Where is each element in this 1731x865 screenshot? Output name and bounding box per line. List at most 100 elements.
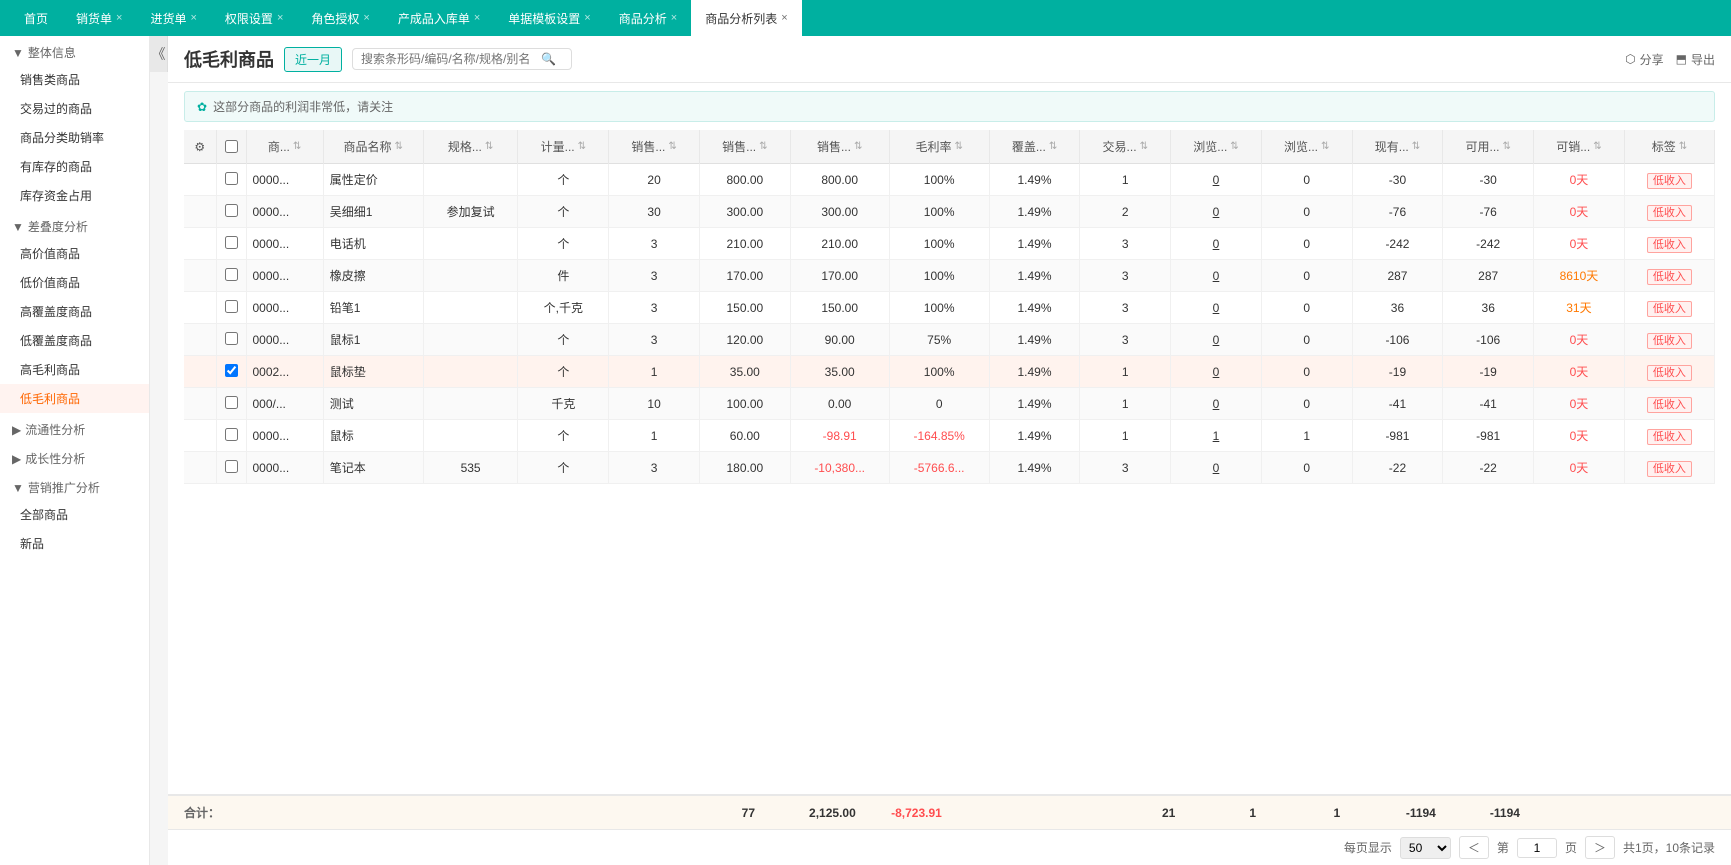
th-transactions[interactable]: 交易...⇅	[1080, 130, 1171, 164]
th-code[interactable]: 商...⇅	[246, 130, 323, 164]
row-checkbox-3[interactable]	[225, 268, 238, 281]
views1-link-1[interactable]: 0	[1213, 205, 1220, 219]
th-unit[interactable]: 计量...⇅	[518, 130, 609, 164]
sidebar-group-growth[interactable]: ▶ 成长性分析	[0, 442, 149, 471]
cell-views1-3[interactable]: 0	[1171, 260, 1262, 292]
sidebar-group-margin[interactable]: ▼ 差叠度分析	[0, 210, 149, 239]
nav-close-purchase[interactable]: ×	[190, 12, 196, 24]
th-sale-profit[interactable]: 销售...⇅	[790, 130, 889, 164]
nav-close-template[interactable]: ×	[584, 12, 590, 24]
nav-close-role[interactable]: ×	[363, 12, 369, 24]
th-available-stock[interactable]: 可用...⇅	[1443, 130, 1534, 164]
views1-link-0[interactable]: 0	[1213, 173, 1220, 187]
cell-name-3[interactable]: 橡皮擦	[323, 260, 423, 292]
cell-name-6[interactable]: 鼠标垫	[323, 356, 423, 388]
views1-link-9[interactable]: 0	[1213, 461, 1220, 475]
nav-goods-analysis-list[interactable]: 商品分析列表 ×	[691, 0, 801, 36]
cell-name-4[interactable]: 铅笔1	[323, 292, 423, 324]
cell-name-1[interactable]: 吴细细1	[323, 196, 423, 228]
cell-check-4[interactable]	[216, 292, 246, 324]
views1-link-2[interactable]: 0	[1213, 237, 1220, 251]
cell-views1-5[interactable]: 0	[1171, 324, 1262, 356]
search-icon[interactable]: 🔍	[541, 52, 556, 66]
filter-period-button[interactable]: 近一月	[284, 47, 342, 72]
th-gross-rate[interactable]: 毛利率⇅	[889, 130, 989, 164]
cell-name-5[interactable]: 鼠标1	[323, 324, 423, 356]
th-name[interactable]: 商品名称⇅	[323, 130, 423, 164]
nav-template[interactable]: 单据模板设置 ×	[494, 0, 604, 36]
nav-close-product-entry[interactable]: ×	[474, 12, 480, 24]
sidebar-group-overview[interactable]: ▼ 整体信息	[0, 36, 149, 65]
sidebar-item-high-profit[interactable]: 高毛利商品	[0, 355, 149, 384]
th-views1[interactable]: 浏览...⇅	[1171, 130, 1262, 164]
cell-check-7[interactable]	[216, 388, 246, 420]
sidebar-item-traded-goods[interactable]: 交易过的商品	[0, 94, 149, 123]
th-sale-amount[interactable]: 销售...⇅	[699, 130, 790, 164]
views1-link-6[interactable]: 0	[1213, 365, 1220, 379]
prev-page-button[interactable]: ＜	[1459, 836, 1489, 859]
row-checkbox-2[interactable]	[225, 236, 238, 249]
row-checkbox-9[interactable]	[225, 460, 238, 473]
row-checkbox-6[interactable]	[225, 364, 238, 377]
cell-check-5[interactable]	[216, 324, 246, 356]
cell-check-3[interactable]	[216, 260, 246, 292]
th-saleable-days[interactable]: 可销...⇅	[1534, 130, 1625, 164]
views1-link-7[interactable]: 0	[1213, 397, 1220, 411]
next-page-button[interactable]: ＞	[1585, 836, 1615, 859]
cell-views1-2[interactable]: 0	[1171, 228, 1262, 260]
row-checkbox-1[interactable]	[225, 204, 238, 217]
nav-purchase[interactable]: 进货单 ×	[136, 0, 210, 36]
cell-check-8[interactable]	[216, 420, 246, 452]
th-checkbox[interactable]	[216, 130, 246, 164]
cell-views1-1[interactable]: 0	[1171, 196, 1262, 228]
nav-home[interactable]: 首页	[10, 0, 62, 36]
sidebar-item-category-rate[interactable]: 商品分类助销率	[0, 123, 149, 152]
cell-name-9[interactable]: 笔记本	[323, 452, 423, 484]
sidebar-group-circulation[interactable]: ▶ 流通性分析	[0, 413, 149, 442]
nav-close-sales[interactable]: ×	[116, 12, 122, 24]
nav-sales[interactable]: 销货单 ×	[62, 0, 136, 36]
cell-views1-9[interactable]: 0	[1171, 452, 1262, 484]
export-button[interactable]: ⬒ 导出	[1676, 51, 1715, 68]
cell-check-2[interactable]	[216, 228, 246, 260]
th-views2[interactable]: 浏览...⇅	[1261, 130, 1352, 164]
views1-link-5[interactable]: 0	[1213, 333, 1220, 347]
cell-check-6[interactable]	[216, 356, 246, 388]
sidebar-item-stock-capital[interactable]: 库存资金占用	[0, 181, 149, 210]
cell-name-7[interactable]: 测试	[323, 388, 423, 420]
select-all-checkbox[interactable]	[225, 140, 238, 153]
nav-product-entry[interactable]: 产成品入库单 ×	[384, 0, 494, 36]
cell-check-0[interactable]	[216, 164, 246, 196]
sidebar-item-high-value[interactable]: 高价值商品	[0, 239, 149, 268]
th-sale-qty[interactable]: 销售...⇅	[609, 130, 700, 164]
nav-close-goods-analysis[interactable]: ×	[671, 12, 677, 24]
nav-close-goods-analysis-list[interactable]: ×	[781, 12, 787, 24]
sidebar-item-stock-goods[interactable]: 有库存的商品	[0, 152, 149, 181]
cell-views1-6[interactable]: 0	[1171, 356, 1262, 388]
row-checkbox-4[interactable]	[225, 300, 238, 313]
sidebar-item-sales-goods[interactable]: 销售类商品	[0, 65, 149, 94]
row-checkbox-5[interactable]	[225, 332, 238, 345]
page-input[interactable]	[1517, 838, 1557, 858]
nav-close-permission[interactable]: ×	[277, 12, 283, 24]
views1-link-4[interactable]: 0	[1213, 301, 1220, 315]
sidebar-item-all-goods[interactable]: 全部商品	[0, 500, 149, 529]
sidebar-item-high-coverage[interactable]: 高覆盖度商品	[0, 297, 149, 326]
th-coverage[interactable]: 覆盖...⇅	[989, 130, 1080, 164]
search-input[interactable]	[361, 52, 541, 66]
nav-permission[interactable]: 权限设置 ×	[211, 0, 297, 36]
page-size-select[interactable]: 50 100 200	[1400, 837, 1451, 859]
cell-views1-0[interactable]: 0	[1171, 164, 1262, 196]
sidebar-item-new-goods[interactable]: 新品	[0, 529, 149, 558]
cell-name-2[interactable]: 电话机	[323, 228, 423, 260]
row-checkbox-7[interactable]	[225, 396, 238, 409]
row-checkbox-8[interactable]	[225, 428, 238, 441]
cell-name-8[interactable]: 鼠标	[323, 420, 423, 452]
sidebar-item-low-profit[interactable]: 低毛利商品	[0, 384, 149, 413]
nav-role[interactable]: 角色授权 ×	[297, 0, 383, 36]
cell-views1-7[interactable]: 0	[1171, 388, 1262, 420]
cell-views1-8[interactable]: 1	[1171, 420, 1262, 452]
nav-goods-analysis[interactable]: 商品分析 ×	[605, 0, 691, 36]
cell-views1-4[interactable]: 0	[1171, 292, 1262, 324]
views1-link-3[interactable]: 0	[1213, 269, 1220, 283]
